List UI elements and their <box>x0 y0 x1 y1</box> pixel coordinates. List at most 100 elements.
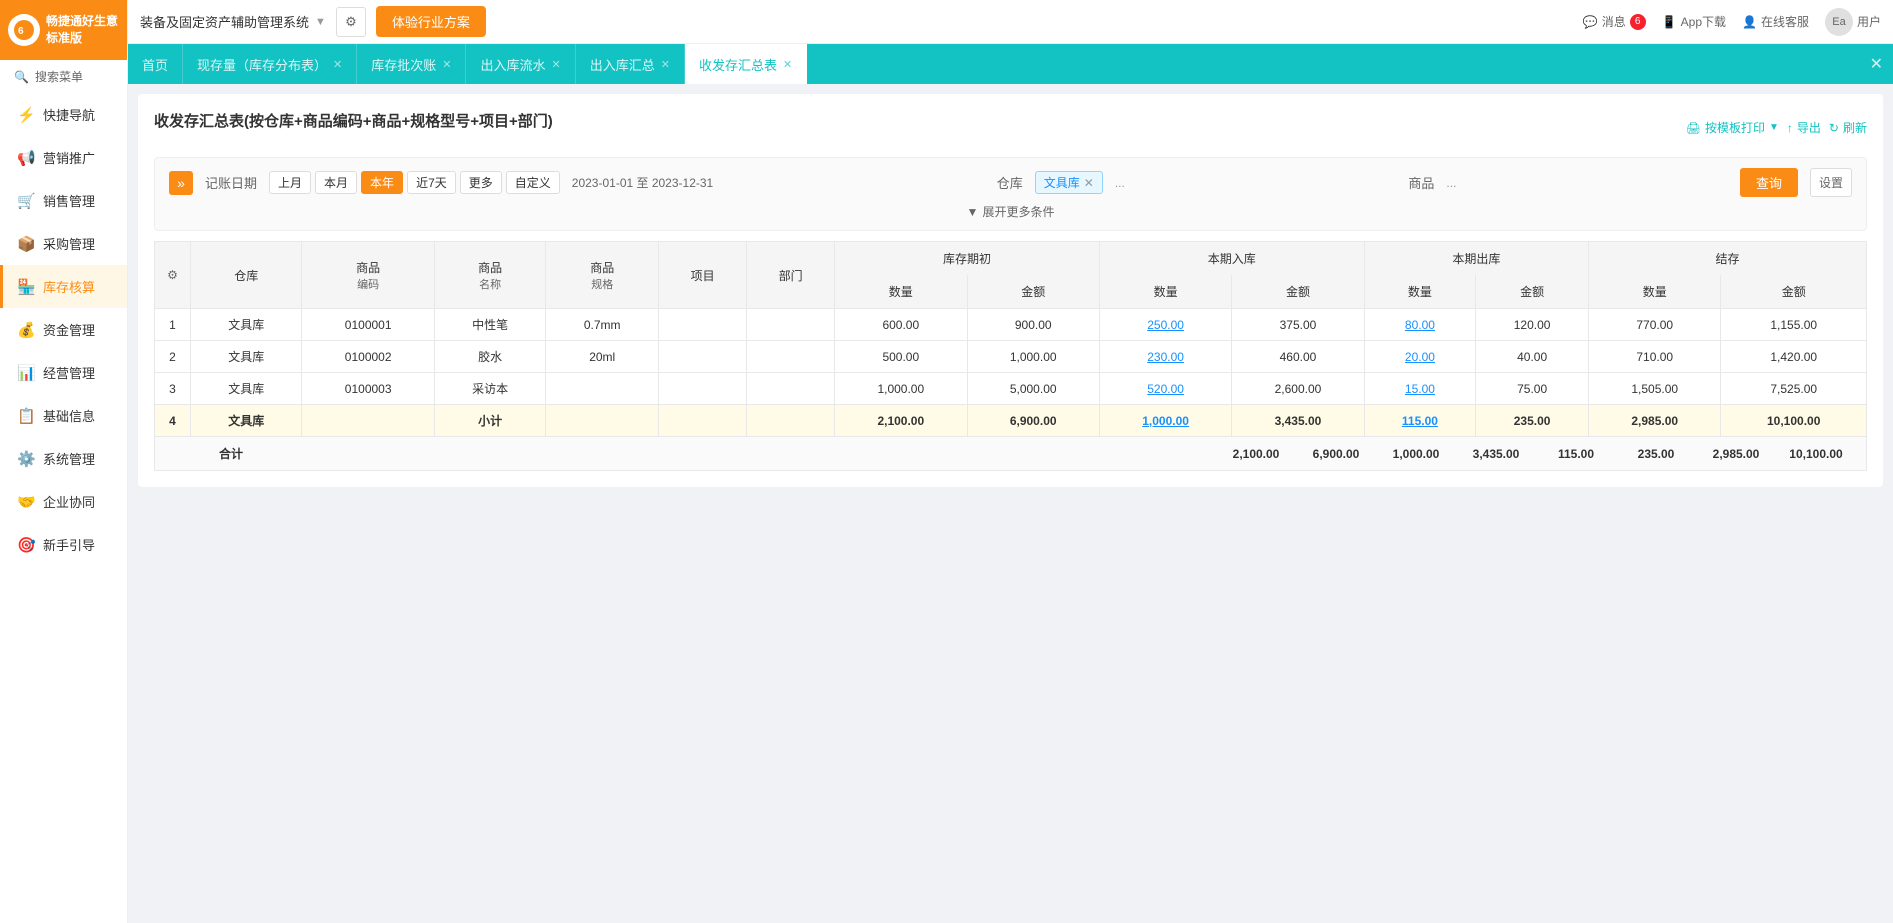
app-download-item[interactable]: 📱 App下载 <box>1662 13 1726 30</box>
cell-in-qty-link[interactable]: 520.00 <box>1147 382 1184 396</box>
cell-out-qty[interactable]: 20.00 <box>1364 341 1476 373</box>
th-opening-group: 库存期初 <box>835 242 1100 276</box>
sidebar-search-item[interactable]: 🔍 搜索菜单 <box>0 60 127 93</box>
cell-out-qty[interactable]: 80.00 <box>1364 309 1476 341</box>
date-btn-more[interactable]: 更多 <box>460 171 502 194</box>
sidebar-item-basic-info[interactable]: 📋 基础信息 <box>0 394 127 437</box>
tab-recv-send-summary-close[interactable]: ✕ <box>783 58 792 71</box>
filter-row-1: » 记账日期 上月 本月 本年 近7天 更多 自定义 2023-01-01 至 … <box>169 168 1852 197</box>
cell-out-qty-link[interactable]: 15.00 <box>1405 382 1435 396</box>
search-icon: 🔍 <box>14 70 29 84</box>
tab-in-out-summary[interactable]: 出入库汇总 ✕ <box>576 44 685 84</box>
trial-button[interactable]: 体验行业方案 <box>376 6 486 37</box>
sidebar-item-label: 资金管理 <box>43 320 95 339</box>
cell-closing-qty: 2,985.00 <box>1589 405 1721 437</box>
tabbar-close-all-button[interactable]: ✕ <box>1870 54 1883 74</box>
cell-project <box>659 373 747 405</box>
tab-recv-send-summary[interactable]: 收发存汇总表 ✕ <box>685 44 807 84</box>
tab-batch-account-close[interactable]: ✕ <box>442 58 451 71</box>
expand-conditions-row: ▼ 展开更多条件 <box>169 197 1852 220</box>
goods-dots[interactable]: ... <box>1446 176 1456 190</box>
online-service-item[interactable]: 👤 在线客服 <box>1742 13 1809 30</box>
footer-label: 合计 <box>201 445 261 462</box>
topbar: 装备及固定资产辅助管理系统 ▼ ⚙ 体验行业方案 💬 消息 6 📱 App下载 … <box>128 0 1893 44</box>
cell-out-qty-link[interactable]: 20.00 <box>1405 350 1435 364</box>
system-title: 装备及固定资产辅助管理系统 ▼ <box>140 12 326 31</box>
warehouse-tag-close[interactable]: ✕ <box>1084 176 1094 190</box>
cell-dept <box>747 341 835 373</box>
cell-dept <box>747 405 835 437</box>
guide-icon: 🎯 <box>17 536 35 554</box>
tabbar: 首页 现存量（库存分布表） ✕ 库存批次账 ✕ 出入库流水 ✕ 出入库汇总 ✕ … <box>128 44 1893 84</box>
date-btn-custom[interactable]: 自定义 <box>506 171 560 194</box>
settings-button[interactable]: 设置 <box>1810 168 1852 197</box>
sidebar-item-quick-nav[interactable]: ⚡ 快捷导航 <box>0 93 127 136</box>
cell-out-qty[interactable]: 15.00 <box>1364 373 1476 405</box>
cell-opening-qty: 600.00 <box>835 309 967 341</box>
sidebar-item-operations[interactable]: 📊 经营管理 <box>0 351 127 394</box>
sidebar-item-guide[interactable]: 🎯 新手引导 <box>0 523 127 566</box>
page-title: 收发存汇总表(按仓库+商品编码+商品+规格型号+项目+部门) <box>154 110 553 131</box>
cell-opening-amt: 6,900.00 <box>967 405 1099 437</box>
cell-in-qty[interactable]: 520.00 <box>1099 373 1231 405</box>
tab-in-out-summary-close[interactable]: ✕ <box>661 58 670 71</box>
cell-in-qty[interactable]: 1,000.00 <box>1099 405 1231 437</box>
sidebar-item-sales[interactable]: 🛒 销售管理 <box>0 179 127 222</box>
topbar-settings-button[interactable]: ⚙ <box>336 7 366 37</box>
cell-goods-code: 0100002 <box>302 341 434 373</box>
expand-conditions-button[interactable]: ▼ 展开更多条件 <box>967 203 1055 220</box>
cell-dept <box>747 373 835 405</box>
sidebar-item-finance[interactable]: 💰 资金管理 <box>0 308 127 351</box>
cell-no: 2 <box>155 341 191 373</box>
message-badge: 6 <box>1630 14 1646 30</box>
cell-goods-name: 胶水 <box>434 341 545 373</box>
tab-in-out-flow-close[interactable]: ✕ <box>552 58 561 71</box>
query-button[interactable]: 查询 <box>1740 168 1798 197</box>
date-quick-buttons: 上月 本月 本年 近7天 更多 自定义 <box>269 171 560 194</box>
cell-out-qty-link[interactable]: 80.00 <box>1405 318 1435 332</box>
date-btn-7days[interactable]: 近7天 <box>407 171 456 194</box>
operations-icon: 📊 <box>17 364 35 382</box>
tab-in-out-flow[interactable]: 出入库流水 ✕ <box>466 44 575 84</box>
cell-in-qty-link[interactable]: 250.00 <box>1147 318 1184 332</box>
tab-batch-account[interactable]: 库存批次账 ✕ <box>357 44 466 84</box>
sidebar-item-inventory[interactable]: 🏪 库存核算 <box>0 265 127 308</box>
refresh-button[interactable]: ↻ 刷新 <box>1829 119 1867 136</box>
th-project: 项目 <box>659 242 747 309</box>
chevron-down-icon-print: ▼ <box>1769 122 1779 133</box>
date-btn-this-month[interactable]: 本月 <box>315 171 357 194</box>
table-settings-icon[interactable]: ⚙ <box>167 268 178 282</box>
tab-inventory-dist-close[interactable]: ✕ <box>333 58 342 71</box>
marketing-icon: 📢 <box>17 149 35 167</box>
date-btn-prev-month[interactable]: 上月 <box>269 171 311 194</box>
topbar-right: 💬 消息 6 📱 App下载 👤 在线客服 Ea 用户 <box>1583 8 1881 36</box>
cell-in-qty-link[interactable]: 1,000.00 <box>1142 414 1189 428</box>
sidebar-item-system[interactable]: ⚙️ 系统管理 <box>0 437 127 480</box>
online-service-label: 在线客服 <box>1761 13 1809 30</box>
goods-filter-label: 商品 <box>1408 173 1434 192</box>
message-item[interactable]: 💬 消息 6 <box>1583 13 1646 30</box>
cell-goods-spec <box>546 405 659 437</box>
system-icon: ⚙️ <box>17 450 35 468</box>
cell-out-qty[interactable]: 115.00 <box>1364 405 1476 437</box>
printer-icon: 🖨 <box>1686 121 1701 135</box>
warehouse-dots[interactable]: ... <box>1115 176 1125 190</box>
print-template-button[interactable]: 🖨 按模板打印 ▼ <box>1686 119 1779 136</box>
sidebar-item-marketing[interactable]: 📢 营销推广 <box>0 136 127 179</box>
tab-home[interactable]: 首页 <box>128 44 183 84</box>
date-btn-this-year[interactable]: 本年 <box>361 171 403 194</box>
cell-goods-code <box>302 405 434 437</box>
refresh-icon: ↻ <box>1829 121 1839 135</box>
user-item[interactable]: Ea 用户 <box>1825 8 1881 36</box>
cell-in-qty[interactable]: 230.00 <box>1099 341 1231 373</box>
cell-in-qty[interactable]: 250.00 <box>1099 309 1231 341</box>
export-button[interactable]: ↑ 导出 <box>1787 119 1821 136</box>
footer-opening-amt: 6,900.00 <box>1296 447 1376 461</box>
cell-in-qty-link[interactable]: 230.00 <box>1147 350 1184 364</box>
filter-expand-button[interactable]: » <box>169 171 193 195</box>
cell-out-qty-link[interactable]: 115.00 <box>1402 414 1438 428</box>
th-closing-qty: 数量 <box>1589 275 1721 309</box>
sidebar-item-purchase[interactable]: 📦 采购管理 <box>0 222 127 265</box>
tab-inventory-dist[interactable]: 现存量（库存分布表） ✕ <box>183 44 357 84</box>
sidebar-item-cooperation[interactable]: 🤝 企业协同 <box>0 480 127 523</box>
